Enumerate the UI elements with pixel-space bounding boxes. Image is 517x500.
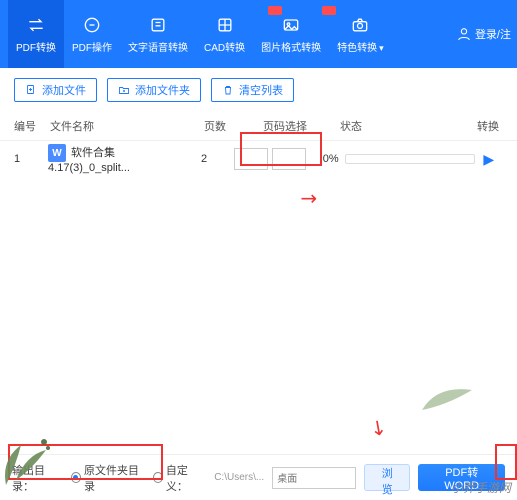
tab-label: CAD转换 — [204, 39, 245, 54]
new-badge — [322, 6, 336, 15]
folder-plus-icon — [118, 84, 130, 96]
btn-label: 添加文件夹 — [135, 82, 190, 98]
tab-speech-convert[interactable]: 文字语音转换 — [120, 0, 196, 68]
word-file-icon: W — [48, 144, 66, 162]
tab-label: 特色转换▾ — [337, 39, 384, 54]
action-bar: 添加文件 添加文件夹 清空列表 — [0, 68, 517, 112]
watermark-text: 小乔手游网 — [451, 479, 511, 496]
chevron-down-icon: ▾ — [379, 43, 384, 53]
trash-icon — [222, 84, 234, 96]
main-toolbar: PDF转换 PDF操作 文字语音转换 CAD转换 图片格式转换 特色转换▾ 登录… — [0, 0, 517, 68]
col-name-header: 文件名称 — [50, 118, 190, 134]
status-cell: 0% — [313, 153, 475, 165]
radio-source-dir[interactable]: 原文件夹目录 — [71, 462, 145, 494]
login-link[interactable]: 登录/注 — [450, 0, 517, 68]
radio-custom-dir[interactable]: 自定义： — [153, 462, 207, 494]
tab-special-convert[interactable]: 特色转换▾ — [329, 0, 392, 68]
col-status-header: 状态 — [330, 118, 473, 134]
page-from-input[interactable] — [234, 148, 268, 170]
tab-label: 图片格式转换 — [261, 39, 321, 54]
page-range-cell — [228, 148, 313, 170]
tab-pdf-convert[interactable]: PDF转换 — [8, 0, 64, 68]
pic-icon — [281, 15, 301, 35]
bottom-bar: 输出目录： 原文件夹目录 自定义： C:\Users\... 桌面 浏览 PDF… — [0, 454, 517, 500]
new-badge — [268, 6, 282, 15]
speech-icon — [148, 15, 168, 35]
tab-label: 文字语音转换 — [128, 39, 188, 54]
doc-icon — [82, 15, 102, 35]
leaf-decoration — [0, 430, 56, 490]
browse-button[interactable]: 浏览 — [364, 464, 410, 491]
clear-list-button[interactable]: 清空列表 — [211, 78, 294, 102]
leaf-decoration — [417, 380, 477, 416]
row-idx: 1 — [14, 153, 48, 165]
cad-icon — [215, 15, 235, 35]
page-to-input[interactable] — [272, 148, 306, 170]
tab-image-convert[interactable]: 图片格式转换 — [253, 0, 329, 68]
add-folder-button[interactable]: 添加文件夹 — [107, 78, 201, 102]
path-prefix: C:\Users\... — [214, 472, 264, 483]
login-label: 登录/注 — [475, 26, 511, 42]
tab-label: PDF操作 — [72, 39, 112, 54]
play-icon[interactable]: ▶ — [483, 151, 494, 167]
progress-bar — [345, 154, 475, 164]
radio-label: 原文件夹目录 — [84, 462, 145, 494]
path-text: 桌面 — [277, 470, 297, 485]
swap-icon — [26, 15, 46, 35]
add-file-button[interactable]: 添加文件 — [14, 78, 97, 102]
convert-cell: ▶ — [475, 151, 503, 168]
tab-label: PDF转换 — [16, 39, 56, 54]
file-name-cell: W软件合集4.17(3)_0_split... — [48, 144, 180, 175]
user-icon — [456, 26, 472, 42]
col-idx-header: 编号 — [14, 118, 50, 134]
table-row: 1 W软件合集4.17(3)_0_split... 2 0% ▶ — [0, 141, 517, 177]
radio-icon — [71, 472, 81, 483]
col-range-header: 页码选择 — [240, 118, 330, 134]
page-count: 2 — [180, 153, 227, 165]
col-pages-header: 页数 — [190, 118, 240, 134]
radio-icon — [153, 472, 163, 483]
col-op-header: 转换 — [473, 118, 503, 134]
camera-icon — [350, 15, 370, 35]
btn-label: 添加文件 — [42, 82, 86, 98]
radio-label: 自定义： — [166, 462, 206, 494]
output-path-field[interactable]: 桌面 — [272, 467, 356, 489]
table-header: 编号 文件名称 页数 页码选择 状态 转换 — [0, 112, 517, 141]
app-window: PDF转换 PDF操作 文字语音转换 CAD转换 图片格式转换 特色转换▾ 登录… — [0, 0, 517, 500]
tab-pdf-ops[interactable]: PDF操作 — [64, 0, 120, 68]
status-text: 0% — [323, 153, 339, 165]
tab-cad-convert[interactable]: CAD转换 — [196, 0, 253, 68]
file-plus-icon — [25, 84, 37, 96]
btn-label: 清空列表 — [239, 82, 283, 98]
